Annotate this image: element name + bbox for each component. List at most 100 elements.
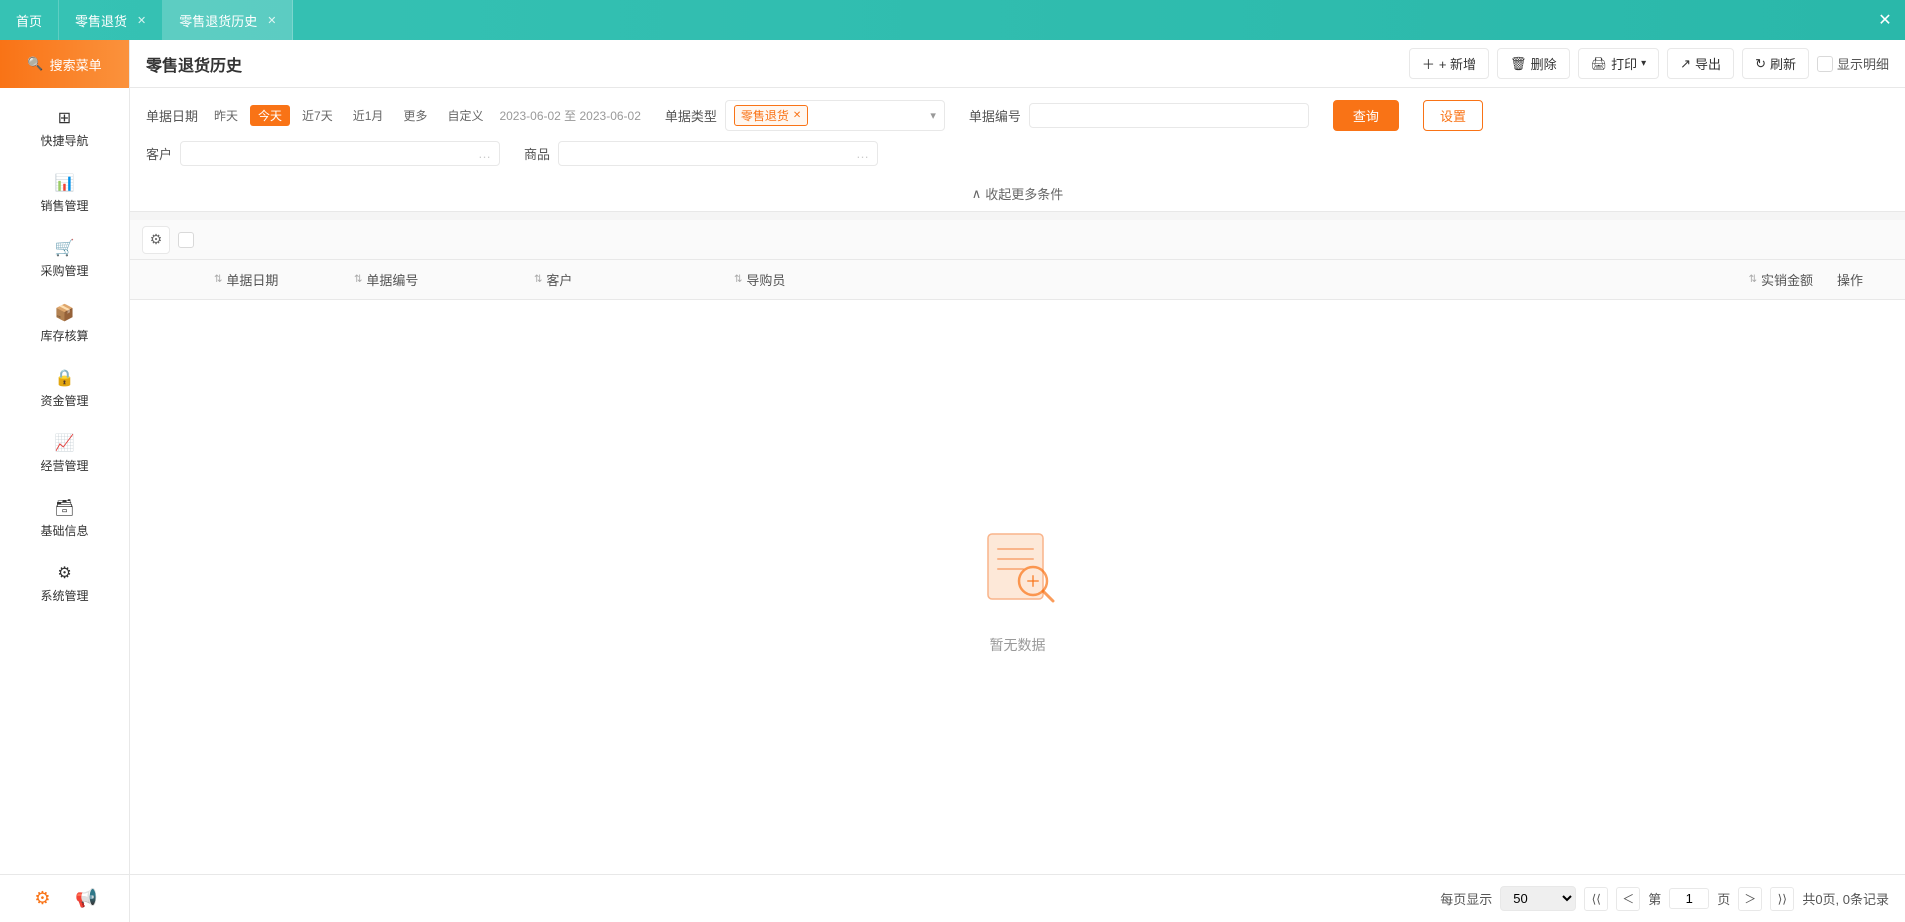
next-page-button[interactable]: ＞ (1738, 887, 1762, 911)
new-button[interactable]: ＋ + 新增 (1409, 48, 1489, 79)
date-shortcuts: 昨天 今天 近7天 近1月 更多 自定义 (206, 105, 491, 126)
total-info: 共0页, 0条记录 (1802, 889, 1889, 908)
sales-mgmt-icon: 📊 (55, 173, 75, 193)
goods-input[interactable]: … (558, 141, 878, 166)
doc-type-tag: 零售退货 ✕ (734, 105, 808, 126)
search-icon: 🔍 (27, 56, 43, 72)
sidebar-search-button[interactable]: 🔍 搜索菜单 (0, 40, 129, 88)
export-button[interactable]: ↗ 导出 (1667, 48, 1734, 79)
table-toolbar: ⚙ (130, 220, 1905, 260)
table-settings-button[interactable]: ⚙ (142, 226, 170, 254)
th-doc-date[interactable]: ⇅ 单据日期 (202, 260, 342, 299)
sidebar-item-quick-nav[interactable]: ⊞ 快捷导航 (0, 96, 129, 161)
prev-page-button[interactable]: ＜ (1616, 887, 1640, 911)
sidebar: 🔍 搜索菜单 ⊞ 快捷导航 📊 销售管理 🛒 采购管理 📦 库存核算 🔒 (0, 40, 130, 922)
goods-label: 商品 (524, 144, 550, 163)
customer-input[interactable]: … (180, 141, 500, 166)
sidebar-bottom: ⚙ 📢 (0, 874, 129, 922)
print-icon: 🖨 (1591, 56, 1608, 72)
th-amount[interactable]: ⇅ 实销金额 (1705, 260, 1825, 299)
query-button[interactable]: 查询 (1333, 100, 1399, 131)
basic-info-icon: 🗃 (55, 498, 75, 518)
print-arrow-icon: ▾ (1641, 58, 1646, 69)
customer-filter-item: 客户 … (146, 141, 500, 166)
plus-icon: ＋ (1422, 54, 1435, 73)
date-shortcut-more[interactable]: 更多 (395, 105, 435, 126)
first-page-button[interactable]: ⟨⟨ (1584, 887, 1608, 911)
doc-number-label: 单据编号 (969, 106, 1021, 125)
date-shortcut-yesterday[interactable]: 昨天 (206, 105, 246, 126)
print-button[interactable]: 🖨 打印 ▾ (1578, 48, 1660, 79)
sound-bottom-icon[interactable]: 📢 (73, 885, 101, 913)
doc-type-arrow-icon: ▾ (930, 109, 936, 122)
refresh-icon: ↻ (1755, 56, 1766, 72)
tab-retail-return-history[interactable]: 零售退货历史 ✕ (163, 0, 293, 40)
page-actions: ＋ + 新增 🗑 删除 🖨 打印 ▾ ↗ 导出 ↻ (1409, 48, 1889, 79)
date-range-display: 2023-06-02 至 2023-06-02 (499, 107, 640, 124)
doc-type-select[interactable]: 零售退货 ✕ ▾ (725, 100, 945, 131)
content-area: 零售退货历史 ＋ + 新增 🗑 删除 🖨 打印 ▾ ↗ 导出 (130, 40, 1905, 922)
settings-bottom-icon[interactable]: ⚙ (29, 885, 57, 913)
date-filter-item: 单据日期 昨天 今天 近7天 近1月 更多 自定义 2023-06-02 至 2… (146, 105, 641, 126)
date-shortcut-today[interactable]: 今天 (250, 105, 290, 126)
th-operation: 操作 (1825, 260, 1905, 299)
customer-label: 客户 (146, 144, 172, 163)
doc-type-tag-close-icon[interactable]: ✕ (793, 110, 801, 121)
collapse-up-icon: ∧ (972, 186, 982, 202)
table-header: ⇅ 单据日期 ⇅ 单据编号 ⇅ 客户 ⇅ 导购员 ⇅ 实销 (130, 260, 1905, 300)
tab-retail-return[interactable]: 零售退货 ✕ (59, 0, 163, 40)
th-guide[interactable]: ⇅ 导购员 (722, 260, 882, 299)
page-label: 第 (1648, 889, 1661, 908)
tab-retail-return-close-icon[interactable]: ✕ (137, 14, 146, 27)
business-mgmt-icon: 📈 (55, 433, 75, 453)
sort-icon-doc-date: ⇅ (214, 274, 222, 285)
sort-icon-guide: ⇅ (734, 274, 742, 285)
sidebar-item-finance-mgmt[interactable]: 🔒 资金管理 (0, 356, 129, 421)
th-spacer (882, 260, 1705, 299)
sort-icon-customer: ⇅ (534, 274, 542, 285)
empty-illustration (968, 519, 1068, 619)
inventory-calc-icon: 📦 (55, 303, 75, 323)
system-mgmt-icon: ⚙ (55, 563, 75, 583)
top-bar: 首页 零售退货 ✕ 零售退货历史 ✕ ✕ (0, 0, 1905, 40)
sidebar-item-sales-mgmt[interactable]: 📊 销售管理 (0, 161, 129, 226)
empty-state: 暂无数据 (130, 300, 1905, 874)
doc-type-label: 单据类型 (665, 106, 717, 125)
sidebar-item-system-mgmt[interactable]: ⚙ 系统管理 (0, 551, 129, 616)
tab-retail-return-history-close-icon[interactable]: ✕ (267, 14, 276, 27)
filter-area: 单据日期 昨天 今天 近7天 近1月 更多 自定义 2023-06-02 至 2… (130, 88, 1905, 212)
per-page-label: 每页显示 (1440, 889, 1492, 908)
window-close-button[interactable]: ✕ (1865, 0, 1905, 40)
page-number-input[interactable] (1669, 888, 1709, 909)
date-shortcut-1month[interactable]: 近1月 (345, 105, 392, 126)
th-customer[interactable]: ⇅ 客户 (522, 260, 722, 299)
date-shortcut-7days[interactable]: 近7天 (294, 105, 341, 126)
last-page-button[interactable]: ⟩⟩ (1770, 887, 1794, 911)
pagination: 每页显示 50 10 20 100 ⟨⟨ ＜ 第 页 ＞ ⟩⟩ 共0页, 0条记… (130, 874, 1905, 922)
display-detail-wrapper: 显示明细 (1817, 54, 1889, 73)
date-shortcut-custom[interactable]: 自定义 (439, 105, 491, 126)
doc-number-input[interactable] (1029, 103, 1309, 128)
delete-button[interactable]: 🗑 删除 (1497, 48, 1570, 79)
th-doc-number[interactable]: ⇅ 单据编号 (342, 260, 522, 299)
sidebar-item-purchase-mgmt[interactable]: 🛒 采购管理 (0, 226, 129, 291)
collapse-filter-button[interactable]: ∧ 收起更多条件 (146, 176, 1889, 211)
sidebar-nav: ⊞ 快捷导航 📊 销售管理 🛒 采购管理 📦 库存核算 🔒 资金管理 📈 (0, 88, 129, 874)
page-title: 零售退货历史 (146, 52, 242, 76)
sidebar-item-inventory-calc[interactable]: 📦 库存核算 (0, 291, 129, 356)
sort-icon-amount: ⇅ (1749, 274, 1757, 285)
sidebar-item-basic-info[interactable]: 🗃 基础信息 (0, 486, 129, 551)
tab-list: 首页 零售退货 ✕ 零售退货历史 ✕ (0, 0, 1865, 40)
page-header: 零售退货历史 ＋ + 新增 🗑 删除 🖨 打印 ▾ ↗ 导出 (130, 40, 1905, 88)
empty-text: 暂无数据 (990, 635, 1046, 655)
quick-nav-icon: ⊞ (55, 108, 75, 128)
tab-home[interactable]: 首页 (0, 0, 59, 40)
purchase-mgmt-icon: 🛒 (55, 238, 75, 258)
setting-button[interactable]: 设置 (1423, 100, 1483, 131)
table-select-all-checkbox[interactable] (178, 232, 194, 248)
refresh-button[interactable]: ↻ 刷新 (1742, 48, 1809, 79)
sidebar-item-business-mgmt[interactable]: 📈 经营管理 (0, 421, 129, 486)
display-detail-checkbox[interactable] (1817, 56, 1833, 72)
per-page-select[interactable]: 50 10 20 100 (1500, 886, 1576, 911)
doc-number-filter-item: 单据编号 (969, 103, 1309, 128)
